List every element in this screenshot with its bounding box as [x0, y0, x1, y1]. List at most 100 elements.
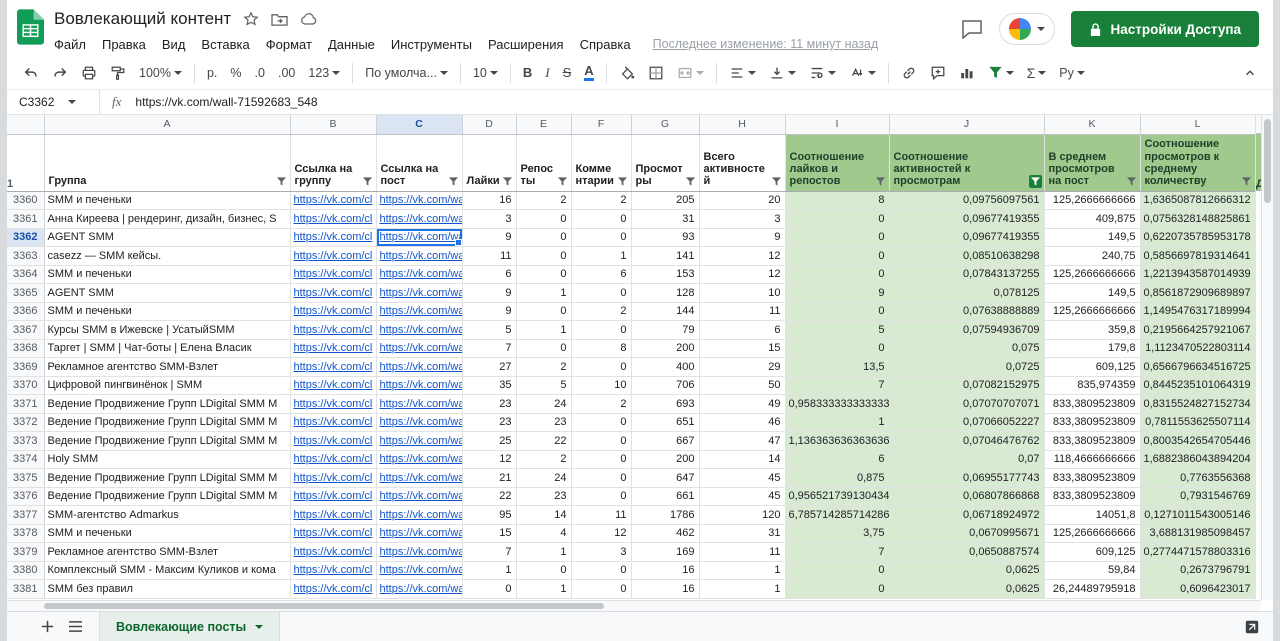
- cell-group-link[interactable]: https://vk.com/cl: [290, 542, 377, 562]
- row-number[interactable]: 3369: [7, 357, 45, 377]
- row-number[interactable]: 3373: [7, 431, 45, 451]
- cell-total-activities[interactable]: 12: [699, 265, 786, 284]
- post-link[interactable]: https://vk.com/wa: [380, 453, 462, 465]
- column-header-cell[interactable]: Соотношение лайков и репостов: [785, 134, 890, 192]
- cell-total-activities[interactable]: 47: [699, 431, 786, 451]
- cell-post-link[interactable]: https://vk.com/wa: [376, 191, 463, 210]
- cell-views-to-avg-ratio[interactable]: 0,1271011543005146: [1140, 505, 1255, 525]
- cell-total-activities[interactable]: 10: [699, 283, 786, 303]
- cell-group-link[interactable]: https://vk.com/cl: [290, 505, 377, 525]
- cell-total-activities[interactable]: 29: [699, 357, 786, 377]
- cell-comments[interactable]: 0: [571, 357, 632, 377]
- cell-group-name[interactable]: Ведение Продвижение Групп LDigital SMM М: [44, 431, 291, 451]
- cell-views-to-avg-ratio[interactable]: 0,2673796791: [1140, 561, 1255, 580]
- cell-views[interactable]: 462: [631, 524, 700, 543]
- cell-views[interactable]: 667: [631, 431, 700, 451]
- print-button[interactable]: [75, 60, 103, 86]
- cell-avg-views-per-post[interactable]: 833,3809523809: [1044, 394, 1141, 414]
- meet-presence-button[interactable]: [998, 13, 1055, 45]
- cell-reposts[interactable]: 1: [516, 283, 572, 303]
- group-link[interactable]: https://vk.com/cl: [294, 305, 373, 317]
- cell-likes[interactable]: 0: [462, 579, 517, 599]
- column-letter[interactable]: D: [462, 115, 517, 135]
- cell-likes-to-reposts-ratio[interactable]: 5: [785, 320, 890, 340]
- cell-avg-views-per-post[interactable]: 359,8: [1044, 320, 1141, 340]
- bold-button[interactable]: B: [517, 60, 538, 86]
- cell-views-to-avg-ratio[interactable]: 0,2774471578803316: [1140, 542, 1255, 562]
- row-number[interactable]: 3362: [7, 228, 45, 247]
- cell-reposts[interactable]: 0: [516, 302, 572, 321]
- cell-total-activities[interactable]: 45: [699, 487, 786, 506]
- cell-likes[interactable]: 9: [462, 283, 517, 303]
- column-header-cell[interactable]: Соотношение активностей к просмотрам: [889, 134, 1045, 192]
- group-link[interactable]: https://vk.com/cl: [294, 268, 373, 280]
- group-link[interactable]: https://vk.com/cl: [294, 287, 373, 299]
- cell-views-to-avg-ratio[interactable]: 1,1123470522803114: [1140, 339, 1255, 358]
- cell-group-name[interactable]: SMM и печеньки: [44, 191, 291, 210]
- cell-post-link[interactable]: https://vk.com/wa: [376, 283, 463, 303]
- menu-item[interactable]: Инструменты: [383, 34, 480, 55]
- column-header-cell[interactable]: Лайки: [462, 134, 517, 192]
- cell-avg-views-per-post[interactable]: 125,2666666666: [1044, 524, 1141, 543]
- cell-total-activities[interactable]: 120: [699, 505, 786, 525]
- row-number[interactable]: 3366: [7, 302, 45, 321]
- row-number[interactable]: 1: [7, 134, 45, 192]
- cell-group-name[interactable]: SMM и печеньки: [44, 524, 291, 543]
- cell-views-to-avg-ratio[interactable]: 0,8315524827152734: [1140, 394, 1255, 414]
- cell-activities-to-views-ratio[interactable]: 0,0625: [889, 579, 1045, 599]
- vertical-scrollbar[interactable]: [1261, 115, 1273, 600]
- cell-likes[interactable]: 11: [462, 246, 517, 266]
- cell-group-link[interactable]: https://vk.com/cl: [290, 450, 377, 469]
- cell-total-activities[interactable]: 6: [699, 320, 786, 340]
- cell-group-name[interactable]: Ведение Продвижение Групп LDigital SMM М: [44, 468, 291, 488]
- menu-item[interactable]: Файл: [46, 34, 94, 55]
- group-link[interactable]: https://vk.com/cl: [294, 564, 373, 576]
- font-size-select[interactable]: 10: [467, 60, 504, 86]
- column-header-cell[interactable]: Репосты: [516, 134, 572, 192]
- column-letter[interactable]: I: [785, 115, 890, 135]
- cell-likes-to-reposts-ratio[interactable]: 0: [785, 265, 890, 284]
- cell-activities-to-views-ratio[interactable]: 0,07082152975: [889, 376, 1045, 395]
- cell-reposts[interactable]: 14: [516, 505, 572, 525]
- column-letter[interactable]: F: [571, 115, 632, 135]
- cell-likes[interactable]: 25: [462, 431, 517, 451]
- column-letter[interactable]: H: [699, 115, 786, 135]
- column-letter[interactable]: J: [889, 115, 1045, 135]
- functions-button[interactable]: Σ: [1021, 60, 1053, 86]
- cell-views-to-avg-ratio[interactable]: 3,688131985098457: [1140, 524, 1255, 543]
- cell-views[interactable]: 651: [631, 413, 700, 432]
- cell-total-activities[interactable]: 20: [699, 191, 786, 210]
- group-link[interactable]: https://vk.com/cl: [294, 213, 373, 225]
- column-header-cell[interactable]: Соотношение просмотров к среднему количе…: [1140, 134, 1255, 192]
- cell-group-name[interactable]: Рекламное агентство SMM-Взлет: [44, 357, 291, 377]
- cell-group-name[interactable]: AGENT SMM: [44, 228, 291, 247]
- row-number[interactable]: 3379: [7, 542, 45, 562]
- cell-likes-to-reposts-ratio[interactable]: 3,75: [785, 524, 890, 543]
- cell-likes-to-reposts-ratio[interactable]: 0: [785, 302, 890, 321]
- cell-activities-to-views-ratio[interactable]: 0,08510638298: [889, 246, 1045, 266]
- cell-views-to-avg-ratio[interactable]: 1,6365087812666312: [1140, 191, 1255, 210]
- cell-activities-to-views-ratio[interactable]: 0,06718924972: [889, 505, 1045, 525]
- column-filter-icon[interactable]: [361, 175, 374, 188]
- cell-post-link[interactable]: https://vk.com/wa: [376, 524, 463, 543]
- decrease-decimal-button[interactable]: .0: [249, 60, 271, 86]
- cell-likes[interactable]: 35: [462, 376, 517, 395]
- column-letter[interactable]: A: [44, 115, 291, 135]
- cell-views-to-avg-ratio[interactable]: 0,8445235101064319: [1140, 376, 1255, 395]
- group-link[interactable]: https://vk.com/cl: [294, 453, 373, 465]
- text-color-button[interactable]: A: [578, 60, 599, 86]
- cell-avg-views-per-post[interactable]: 833,3809523809: [1044, 413, 1141, 432]
- cell-likes[interactable]: 22: [462, 487, 517, 506]
- cell-total-activities[interactable]: 46: [699, 413, 786, 432]
- group-link[interactable]: https://vk.com/cl: [294, 194, 373, 206]
- cell-avg-views-per-post[interactable]: 833,3809523809: [1044, 487, 1141, 506]
- cell-comments[interactable]: 2: [571, 302, 632, 321]
- cell-reposts[interactable]: 2: [516, 450, 572, 469]
- horizontal-align-button[interactable]: [723, 60, 762, 86]
- cell-avg-views-per-post[interactable]: 833,3809523809: [1044, 468, 1141, 488]
- zoom-select[interactable]: 100%: [133, 60, 188, 86]
- post-link[interactable]: https://vk.com/wa: [380, 268, 462, 280]
- menu-item[interactable]: Расширения: [480, 34, 572, 55]
- cell-likes-to-reposts-ratio[interactable]: 0: [785, 209, 890, 229]
- cell-group-name[interactable]: casezz — SMM кейсы.: [44, 246, 291, 266]
